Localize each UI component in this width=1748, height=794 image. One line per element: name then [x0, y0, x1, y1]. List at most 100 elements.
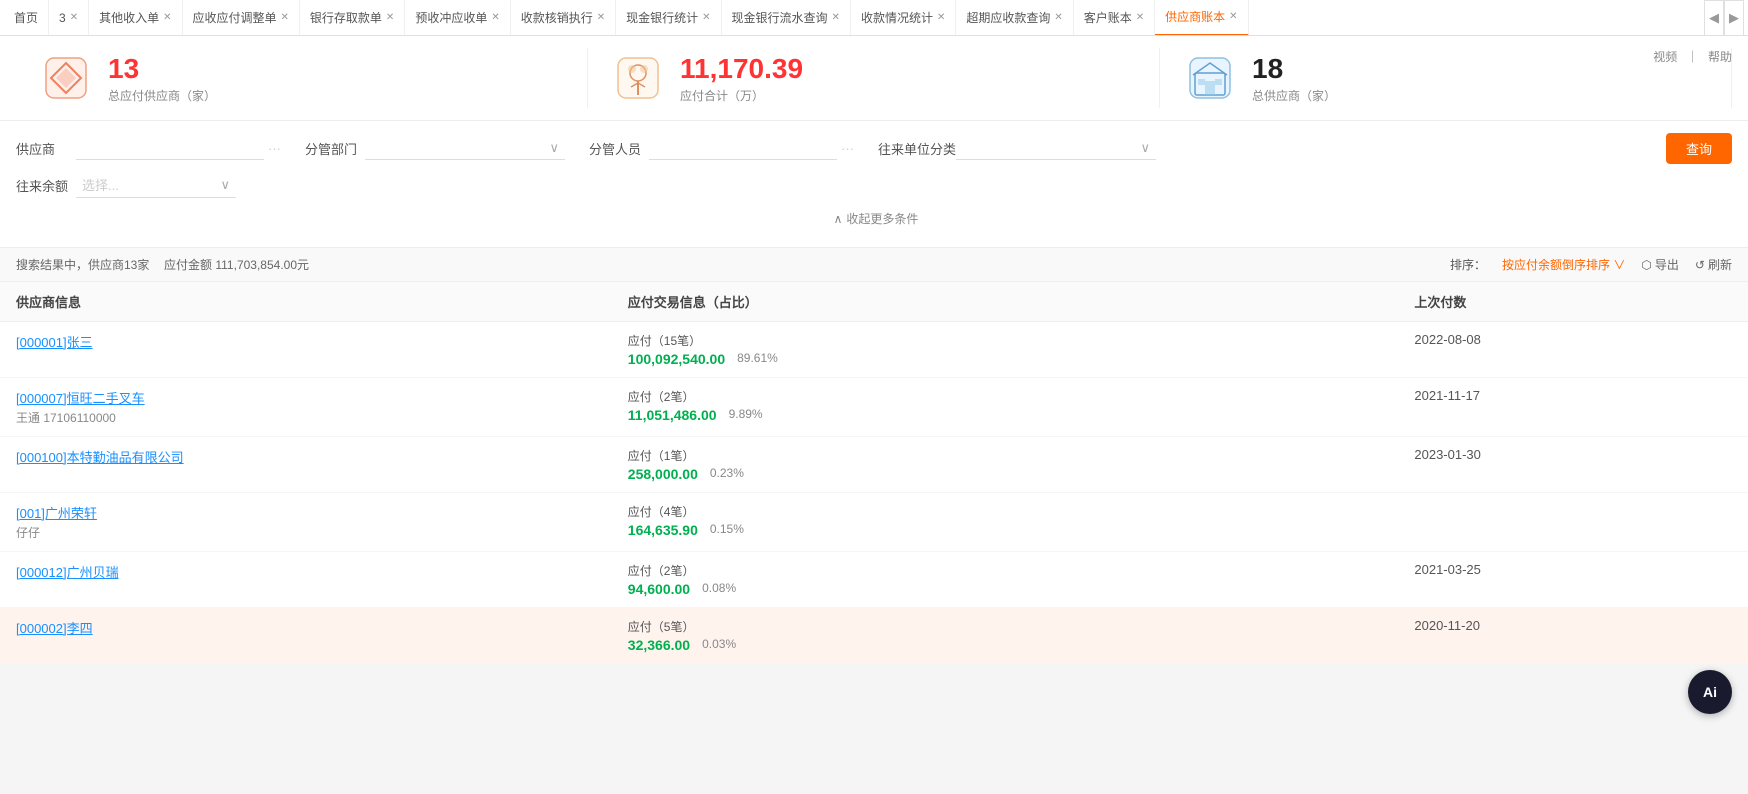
nav-tab-ar-ap-adjust[interactable]: 应收应付调整单 ✕ [183, 0, 300, 36]
refresh-icon: ↺ [1695, 258, 1705, 272]
nav-tab-cash-bank-stat[interactable]: 现金银行统计 ✕ [616, 0, 721, 36]
search-button[interactable]: 查询 [1666, 133, 1732, 164]
last-pay-cell: 2023-01-30 [1398, 437, 1748, 493]
supplier-info-cell: [000012]广州贝瑞 [0, 552, 612, 608]
nav-tab-collect-stat-label: 收款情况统计 [861, 9, 933, 26]
nav-tab-bank-deposit-label: 银行存取款单 [310, 9, 382, 26]
supplier-link[interactable]: [000007]恒旺二手叉车 [16, 391, 145, 406]
nav-tab-supplier-label: 供应商账本 [1165, 8, 1225, 25]
close-icon[interactable]: ✕ [1136, 12, 1144, 23]
nav-tab-other-income-label: 其他收入单 [99, 9, 159, 26]
nav-arrow-left[interactable]: ◀ [1704, 0, 1724, 36]
tx-amount[interactable]: 164,635.90 [628, 522, 698, 538]
separator: ｜ [1687, 50, 1699, 64]
tx-info-cell: 应付（2笔）94,600.000.08% [612, 552, 1399, 608]
supplier-link[interactable]: [000001]张三 [16, 335, 93, 350]
supplier-info-cell: [000007]恒旺二手叉车王通 17106110000 [0, 378, 612, 437]
nav-tab-overdue-collect[interactable]: 超期应收款查询 ✕ [956, 0, 1073, 36]
nav-tab-supplier-account[interactable]: 供应商账本 ✕ [1155, 0, 1248, 36]
summary-payable-total: 11,170.39 应付合计（万） [588, 48, 1160, 108]
header-supplier-info: 供应商信息 [0, 282, 612, 322]
nav-tab-home[interactable]: 首页 [4, 0, 49, 36]
close-icon[interactable]: ✕ [937, 12, 945, 23]
table-row: [000100]本特勤油品有限公司应付（1笔）258,000.000.23%20… [0, 437, 1748, 493]
tx-amount[interactable]: 11,051,486.00 [628, 407, 717, 423]
balance-placeholder: 选择... [82, 175, 119, 194]
refresh-button[interactable]: ↺ 刷新 [1695, 256, 1732, 273]
results-separator [153, 258, 160, 272]
close-icon[interactable]: ✕ [832, 12, 840, 23]
tx-info-cell: 应付（15笔）100,092,540.0089.61% [612, 322, 1399, 378]
supplier-link[interactable]: [001]广州荣轩 [16, 506, 97, 521]
balance-select[interactable]: 选择... ∨ [76, 172, 236, 198]
collapse-button[interactable]: ∧ 收起更多条件 [16, 206, 1732, 231]
nav-tab-customer-account[interactable]: 客户账本 ✕ [1074, 0, 1155, 36]
payable-total-value: 11,170.39 [680, 53, 803, 85]
tx-amount-row: 94,600.000.08% [628, 579, 1383, 597]
tx-amount[interactable]: 258,000.00 [628, 466, 698, 482]
sort-arrow-icon: ∨ [1613, 258, 1625, 272]
header-tx-info: 应付交易信息（占比） [612, 282, 1399, 322]
header-last-pay: 上次付数 [1398, 282, 1748, 322]
summary-payable-suppliers-info: 13 总应付供应商（家） [108, 53, 216, 104]
supplier-info-cell: [001]广州荣轩仔仔 [0, 493, 612, 552]
nav-tab-3[interactable]: 3 ✕ [49, 0, 89, 36]
supplier-info-cell: [000001]张三 [0, 322, 612, 378]
last-pay-cell: 2021-03-25 [1398, 552, 1748, 608]
help-link[interactable]: 帮助 [1708, 50, 1732, 64]
supplier-dots-icon[interactable]: ··· [268, 141, 281, 156]
supplier-link[interactable]: [000100]本特勤油品有限公司 [16, 450, 184, 465]
export-button[interactable]: ⬡ 导出 [1641, 256, 1679, 273]
tx-amount-row: 100,092,540.00 89.61% [628, 349, 1383, 367]
top-right-links: 视频 ｜ 帮助 [1653, 48, 1732, 65]
last-pay-cell [1398, 493, 1748, 552]
close-icon[interactable]: ✕ [597, 12, 605, 23]
supplier-filter-label: 供应商 [16, 139, 76, 158]
tx-amount[interactable]: 32,366.00 [628, 637, 690, 653]
video-link[interactable]: 视频 [1653, 50, 1677, 64]
filter-dept: 分管部门 ∨ [305, 137, 565, 160]
supplier-input[interactable] [76, 138, 264, 160]
supplier-link[interactable]: [000002]李四 [16, 621, 93, 636]
filter-row-1: 供应商 ··· 分管部门 ∨ 分管人员 ··· 往来单位分类 ∨ 查询 [16, 133, 1732, 164]
nav-tab-3-label: 3 [59, 11, 66, 25]
dept-select[interactable]: ∨ [365, 137, 565, 160]
category-select[interactable]: ∨ [956, 137, 1156, 160]
tx-label: 应付（2笔） [628, 562, 1383, 579]
tx-info-cell: 应付（2笔）11,051,486.009.89% [612, 378, 1399, 437]
last-pay-cell: 2020-11-20 [1398, 608, 1748, 664]
supplier-link[interactable]: [000012]广州贝瑞 [16, 565, 119, 580]
tx-label: 应付（2笔） [628, 388, 1383, 405]
tx-amount[interactable]: 94,600.00 [628, 581, 690, 597]
ai-button[interactable]: Ai [1688, 670, 1732, 714]
nav-tab-other-income[interactable]: 其他收入单 ✕ [89, 0, 182, 36]
nav-tab-bank-deposit[interactable]: 银行存取款单 ✕ [300, 0, 405, 36]
close-icon[interactable]: ✕ [702, 12, 710, 23]
close-icon[interactable]: ✕ [70, 12, 78, 23]
supplier-info-cell: [000002]李四 [0, 608, 612, 664]
collapse-icon: ∧ [834, 212, 843, 226]
close-icon[interactable]: ✕ [1229, 11, 1237, 22]
nav-tab-prepay-collect[interactable]: 预收冲应收单 ✕ [405, 0, 510, 36]
close-icon[interactable]: ✕ [163, 12, 171, 23]
nav-tab-collect-stat[interactable]: 收款情况统计 ✕ [851, 0, 956, 36]
supplier-sub-info: 王通 17106110000 [16, 409, 596, 426]
person-input[interactable] [649, 138, 837, 160]
tx-info-cell: 应付（5笔）32,366.000.03% [612, 608, 1399, 664]
nav-arrow-right[interactable]: ▶ [1724, 0, 1744, 36]
tx-amount[interactable]: 100,092,540.00 [628, 351, 725, 367]
wheat-icon [608, 48, 668, 108]
nav-tab-cash-bank-flow-label: 现金银行流水查询 [732, 9, 828, 26]
nav-tab-cash-bank-flow[interactable]: 现金银行流水查询 ✕ [722, 0, 851, 36]
filter-supplier: 供应商 ··· [16, 138, 281, 160]
close-icon[interactable]: ✕ [281, 12, 289, 23]
close-icon[interactable]: ✕ [1054, 12, 1062, 23]
nav-tab-home-label: 首页 [14, 9, 38, 26]
tx-label: 应付（4笔） [628, 503, 1383, 520]
tx-percent: 89.61% [737, 351, 778, 365]
close-icon[interactable]: ✕ [491, 12, 499, 23]
person-dots-icon[interactable]: ··· [841, 141, 854, 156]
close-icon[interactable]: ✕ [386, 12, 394, 23]
sort-select[interactable]: 按应付余额倒序排序 ∨ [1502, 256, 1625, 273]
nav-tab-collect-verify[interactable]: 收款核销执行 ✕ [511, 0, 616, 36]
